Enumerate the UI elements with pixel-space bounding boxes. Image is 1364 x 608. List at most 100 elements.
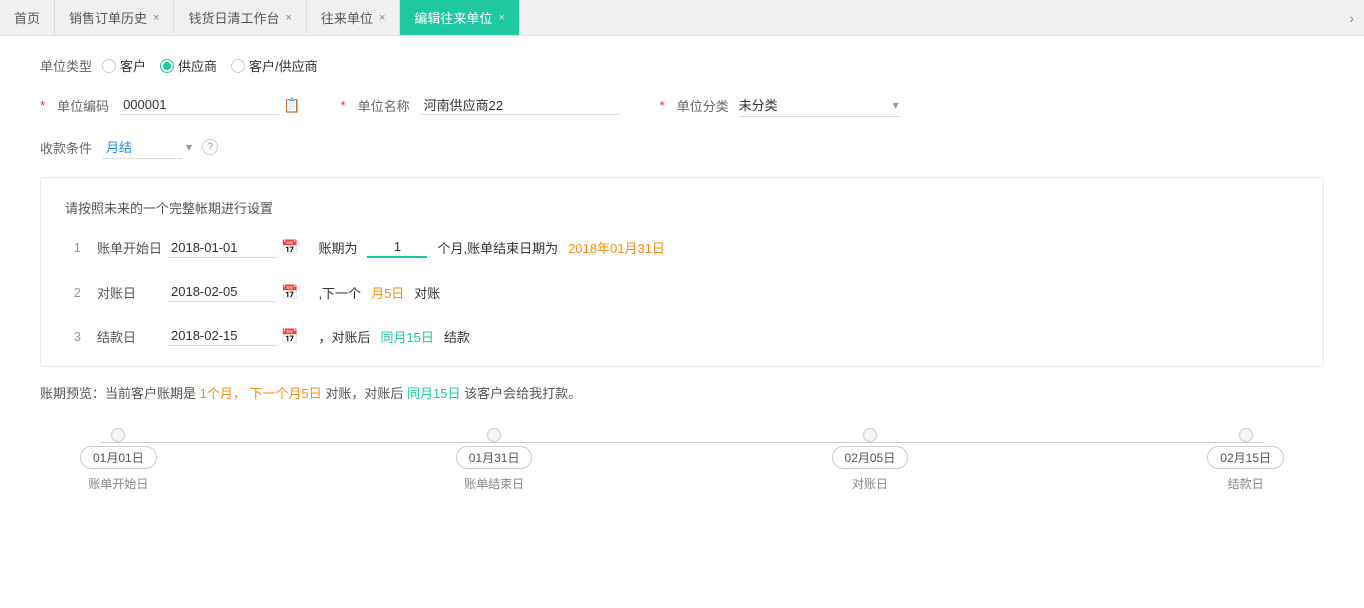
radio-customer-label: 客户 [120, 56, 146, 75]
unit-category-dropdown[interactable]: 未分类 ▾ [739, 93, 899, 117]
tab-home[interactable]: 首页 [0, 0, 55, 35]
row-2-date-wrapper: 📅 [167, 282, 298, 302]
tab-cashier-close[interactable]: × [285, 12, 291, 24]
main-content: 单位类型 客户 供应商 客户/供应商 * 单位编码 📋 * 单位名称 * [0, 36, 1364, 608]
row-1-suffix-text: 个月,账单结束日期为 [437, 238, 558, 257]
tab-edit-units-close[interactable]: × [498, 12, 504, 24]
radio-supplier-circle [160, 59, 174, 73]
row-1-middle-text: 账期为 [318, 238, 357, 257]
row-3-date-wrapper: 📅 [167, 326, 298, 346]
row-2-label: 对账日 [97, 283, 157, 302]
unit-name-label: 单位名称 [358, 96, 410, 115]
row-3-tail-text: 结款 [444, 327, 470, 346]
preview-part2: 下一个月5日 [250, 386, 322, 401]
radio-supplier[interactable]: 供应商 [160, 56, 217, 75]
timeline-dot-2 [487, 428, 501, 442]
radio-both-label: 客户/供应商 [249, 56, 318, 75]
timeline-date-1: 01月01日 [80, 446, 157, 469]
unit-category-label: 单位分类 [677, 96, 729, 115]
timeline-dot-1 [111, 428, 125, 442]
unit-code-field-wrapper: 📋 [119, 95, 300, 115]
settings-box: 请按照未来的一个完整帐期进行设置 1 账单开始日 📅 账期为 个月,账单结束日期… [40, 177, 1324, 367]
preview-prefix: 账期预览：当前客户账期是 [40, 386, 196, 401]
row-3-calendar-icon[interactable]: 📅 [281, 328, 298, 345]
payment-terms-label: 收款条件 [40, 138, 92, 157]
timeline-date-4: 02月15日 [1207, 446, 1284, 469]
row-1-date-input[interactable] [167, 238, 277, 258]
row-3-label: 结款日 [97, 327, 157, 346]
tab-edit-units[interactable]: 编辑往来单位 × [400, 0, 519, 35]
row-2-date-input[interactable] [167, 282, 277, 302]
row-1-num-input[interactable] [367, 237, 427, 258]
tab-sales-history[interactable]: 销售订单历史 × [55, 0, 174, 35]
unit-category-value: 未分类 [739, 95, 887, 114]
tab-edit-units-label: 编辑往来单位 [414, 8, 492, 27]
radio-supplier-label: 供应商 [178, 56, 217, 75]
unit-type-radio-group: 客户 供应商 客户/供应商 [102, 56, 318, 75]
timeline-label-1: 账单开始日 [88, 475, 148, 492]
timeline-item-3: 02月05日 对账日 [832, 428, 909, 492]
payment-terms-value: 月结 [102, 135, 182, 159]
row-1-highlight-date: 2018年01月31日 [568, 238, 665, 257]
row-1-calendar-icon[interactable]: 📅 [281, 239, 298, 256]
row-2-tail-text: 对账 [414, 283, 440, 302]
timeline-label-4: 结款日 [1228, 475, 1264, 492]
setting-row-1: 1 账单开始日 📅 账期为 个月,账单结束日期为 2018年01月31日 [65, 237, 1299, 258]
tab-cashier[interactable]: 钱货日清工作台 × [174, 0, 306, 35]
timeline-date-3: 02月05日 [832, 446, 909, 469]
category-chevron-icon: ▾ [893, 98, 899, 112]
help-icon[interactable]: ? [202, 139, 218, 155]
tab-units-label: 往来单位 [321, 8, 373, 27]
unit-type-row: 单位类型 客户 供应商 客户/供应商 [40, 56, 1324, 75]
row-3-highlight-text: 同月15日 [380, 327, 433, 346]
row-3-prefix-text: ，对账后 [318, 327, 370, 346]
row-1-date-wrapper: 📅 [167, 238, 298, 258]
settings-title: 请按照未来的一个完整帐期进行设置 [65, 198, 1299, 217]
payment-terms-dropdown[interactable]: 月结 ▾ [102, 135, 192, 159]
timeline-item-2: 01月31日 账单结束日 [456, 428, 533, 492]
preview-suffix: 该客户会给我打款。 [464, 386, 581, 401]
radio-both-circle [231, 59, 245, 73]
row-1-num: 1 [65, 240, 81, 255]
timeline-dot-4 [1239, 428, 1253, 442]
row-2-prefix-text: ,下一个 [318, 283, 361, 302]
tab-sales-history-label: 销售订单历史 [69, 8, 147, 27]
tab-sales-history-close[interactable]: × [153, 12, 159, 24]
tab-scroll-arrow[interactable]: › [1339, 0, 1364, 35]
radio-customer[interactable]: 客户 [102, 56, 146, 75]
unit-name-star: * [341, 98, 346, 113]
tab-units[interactable]: 往来单位 × [307, 0, 400, 35]
tab-bar: 首页 销售订单历史 × 钱货日清工作台 × 往来单位 × 编辑往来单位 × › [0, 0, 1364, 36]
timeline-label-2: 账单结束日 [464, 475, 524, 492]
unit-code-input[interactable] [119, 95, 279, 115]
row-1-label: 账单开始日 [97, 238, 157, 257]
timeline-date-2: 01月31日 [456, 446, 533, 469]
row-2-calendar-icon[interactable]: 📅 [281, 284, 298, 301]
payment-terms-chevron-icon: ▾ [186, 140, 192, 154]
unit-name-input[interactable] [420, 95, 620, 115]
unit-type-label: 单位类型 [40, 56, 92, 75]
row-3-num: 3 [65, 329, 81, 344]
unit-info-row: * 单位编码 📋 * 单位名称 * 单位分类 未分类 ▾ [40, 93, 1324, 117]
radio-customer-circle [102, 59, 116, 73]
timeline-item-4: 02月15日 结款日 [1207, 428, 1284, 492]
preview-section: 账期预览：当前客户账期是 1个月， 下一个月5日 对账，对账后 同月15日 该客… [40, 383, 1324, 402]
unit-code-label: 单位编码 [57, 96, 109, 115]
timeline-container: 01月01日 账单开始日 01月31日 账单结束日 02月05日 对账日 02月… [40, 418, 1324, 492]
timeline-label-3: 对账日 [852, 475, 888, 492]
timeline-dot-3 [863, 428, 877, 442]
row-3-date-input[interactable] [167, 326, 277, 346]
payment-terms-row: 收款条件 月结 ▾ ? [40, 135, 1324, 159]
unit-category-star: * [660, 98, 665, 113]
row-2-num: 2 [65, 285, 81, 300]
preview-part3: 同月15日 [407, 386, 460, 401]
setting-row-2: 2 对账日 📅 ,下一个 月5日 对账 [65, 282, 1299, 302]
timeline-item-1: 01月01日 账单开始日 [80, 428, 157, 492]
tab-units-close[interactable]: × [379, 12, 385, 24]
preview-middle: 对账，对账后 [325, 386, 403, 401]
radio-both[interactable]: 客户/供应商 [231, 56, 318, 75]
unit-code-star: * [40, 98, 45, 113]
preview-part1: 1个月， [200, 386, 246, 401]
tab-home-label: 首页 [14, 8, 40, 27]
unit-code-icon[interactable]: 📋 [283, 97, 300, 114]
